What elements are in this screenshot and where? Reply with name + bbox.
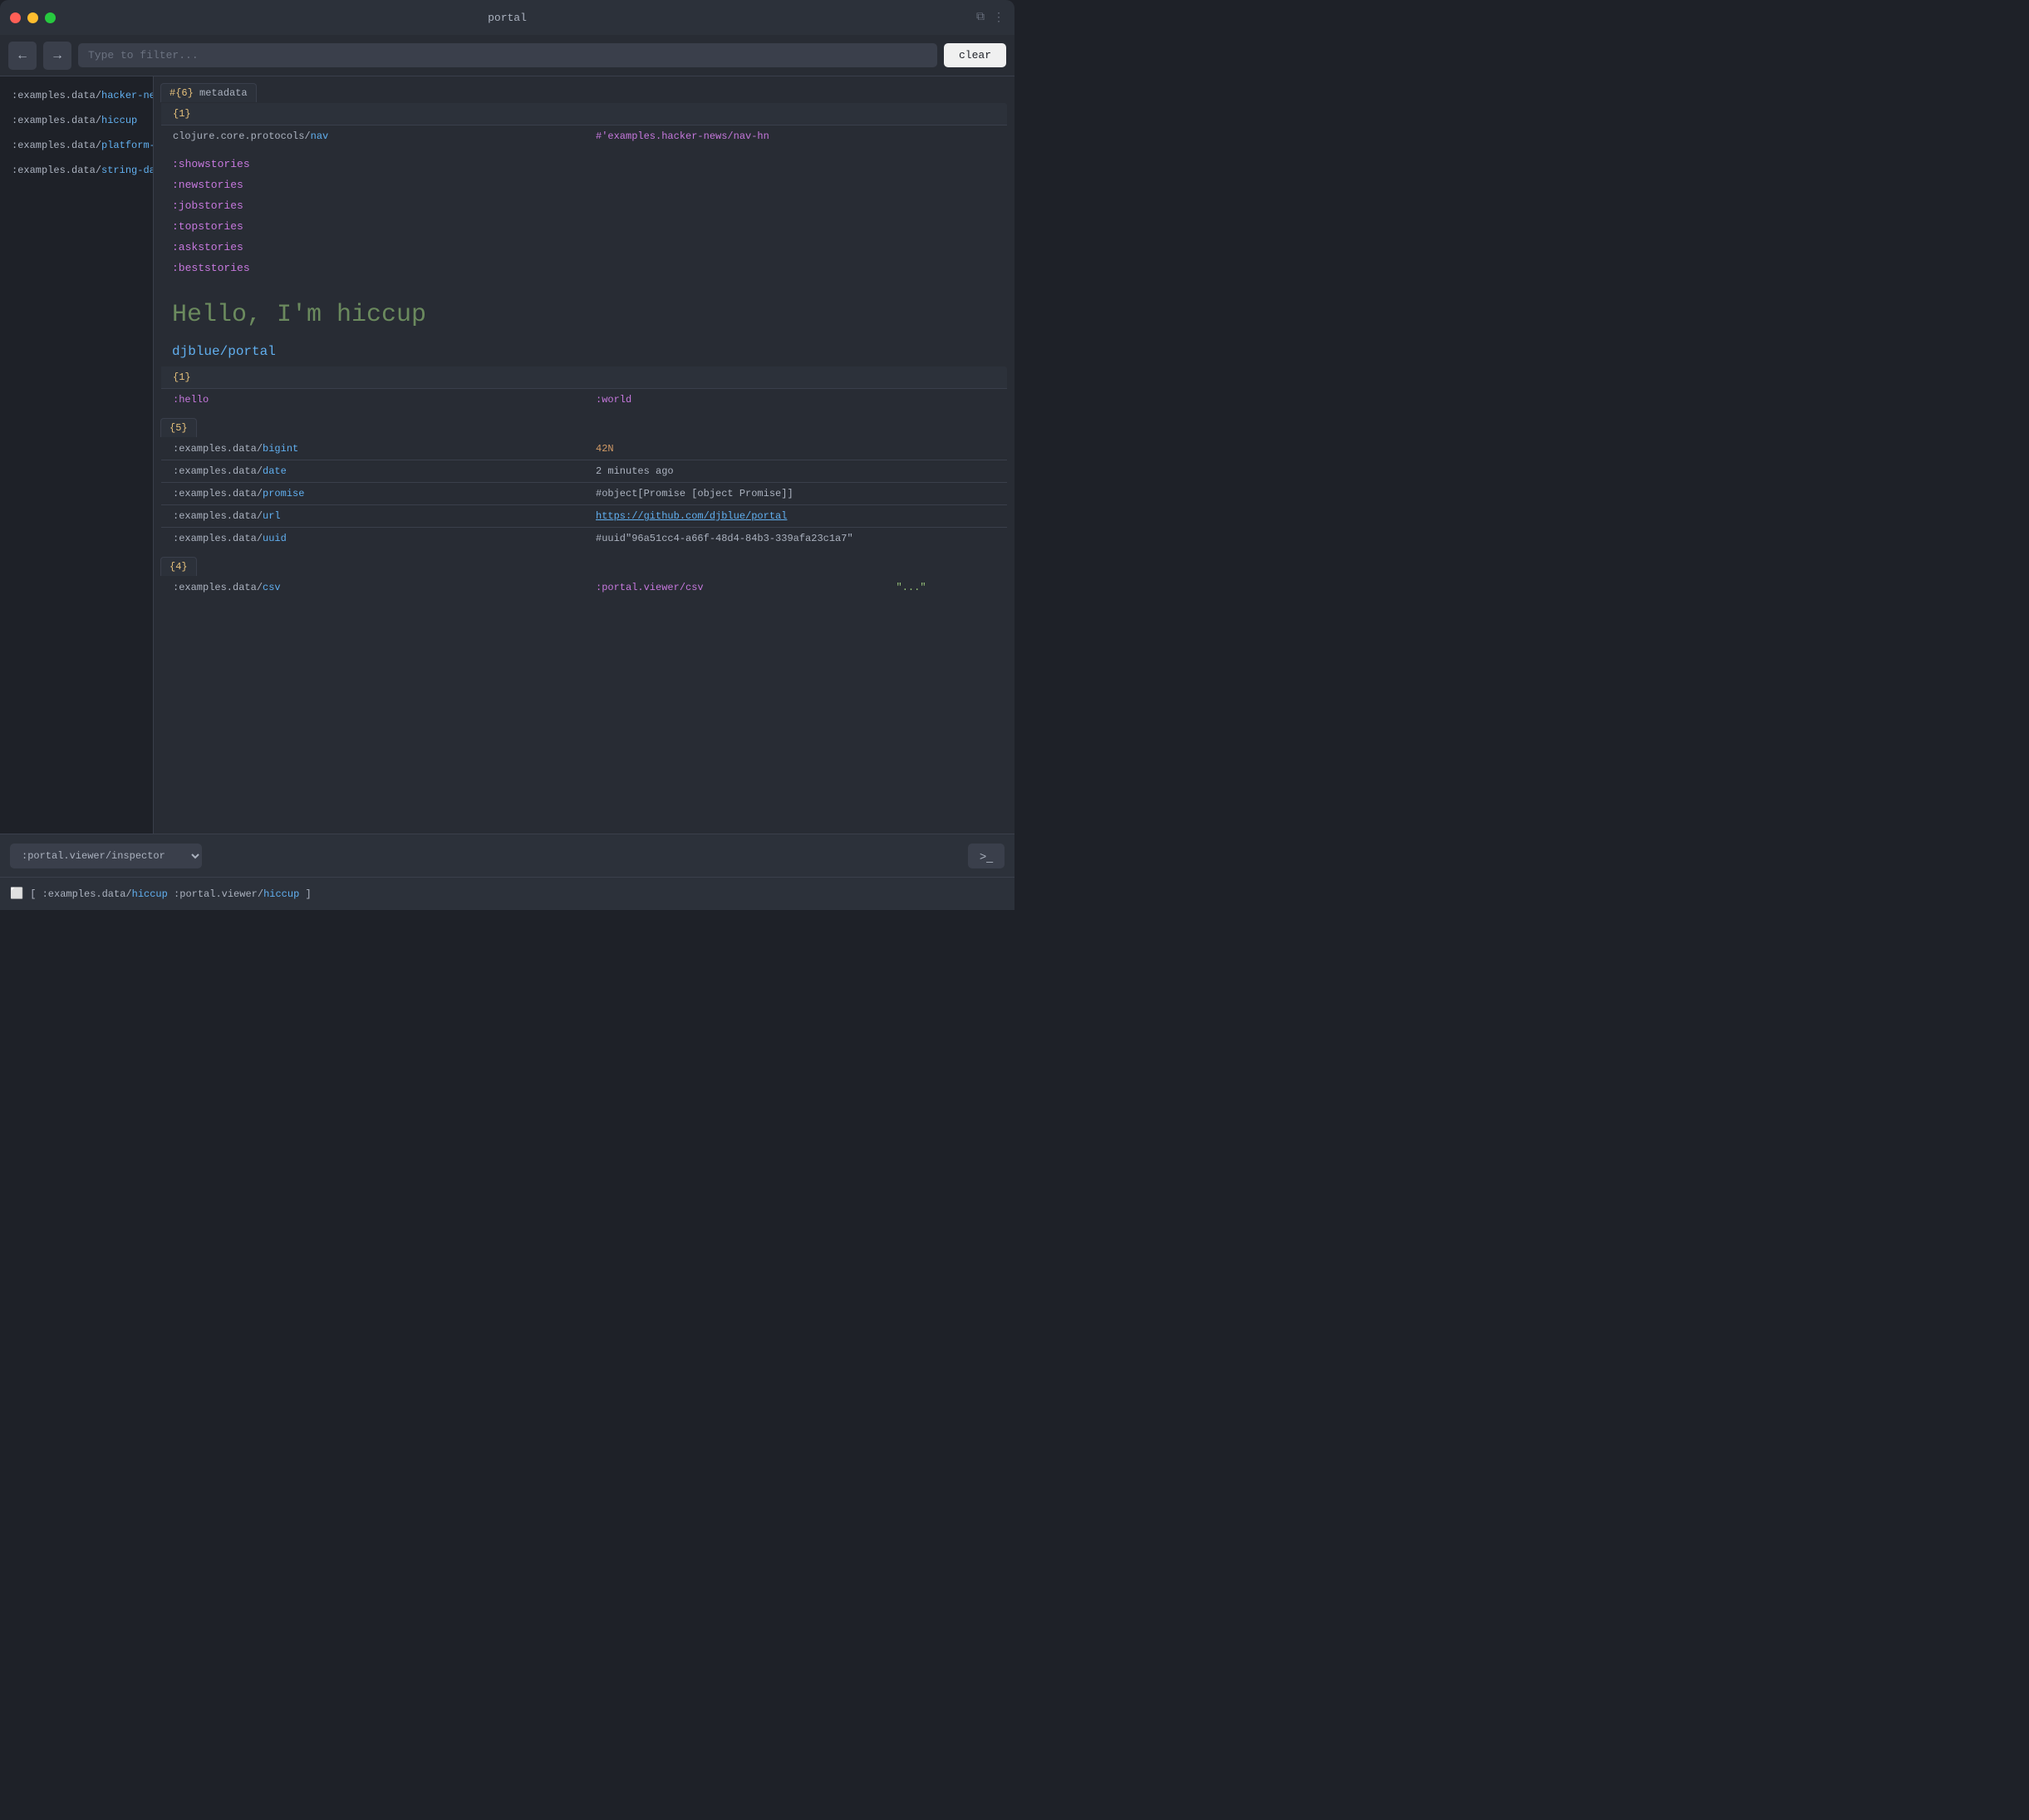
- key-cell: :examples.data/bigint: [161, 438, 585, 460]
- sidebar: :examples.data/hacker-news :examples.dat…: [0, 76, 154, 834]
- table-row: :hello :world: [161, 389, 1008, 411]
- key-cell: :examples.data/date: [161, 460, 585, 483]
- index-label: {1}: [161, 366, 1008, 389]
- collection-header: #{6} metadata: [160, 83, 257, 102]
- table-row: :examples.data/csv :portal.viewer/csv ".…: [161, 577, 1008, 599]
- menu-icon: ⋮: [993, 11, 1005, 25]
- keyword-item: :topstories: [160, 217, 1008, 236]
- keyword-item: :beststories: [160, 258, 1008, 278]
- value-cell: :portal.viewer/csv: [584, 577, 885, 599]
- table-row: :examples.data/promise #object[Promise […: [161, 483, 1008, 505]
- value-cell: 2 minutes ago: [584, 460, 1008, 483]
- string-data-table: :examples.data/csv :portal.viewer/csv ".…: [160, 576, 1008, 599]
- keyword-item: :jobstories: [160, 196, 1008, 215]
- clear-button[interactable]: clear: [944, 43, 1006, 67]
- platform-data-section: {5} :examples.data/bigint 42N :examples.…: [160, 418, 1008, 550]
- titlebar-right: ⧉ ⋮: [976, 11, 1005, 25]
- sidebar-item-ns: :examples.data/: [12, 90, 101, 101]
- string-data-section: {4} :examples.data/csv :portal.viewer/cs…: [160, 557, 1008, 599]
- table-row: clojure.core.protocols/nav #'examples.ha…: [161, 125, 1008, 148]
- key-cell: :hello: [161, 389, 585, 411]
- close-button[interactable]: [10, 12, 21, 23]
- content-panel: #{6} metadata {1} clojure.core.protocols…: [154, 76, 1014, 834]
- platform-collection-header: {5}: [160, 418, 197, 437]
- table-row-index: {1}: [161, 103, 1008, 125]
- platform-data-table: :examples.data/bigint 42N :examples.data…: [160, 437, 1008, 550]
- sidebar-item-string-data[interactable]: :examples.data/string-data: [0, 158, 153, 183]
- string-collection-header: {4}: [160, 557, 197, 576]
- sidebar-item-name: hacker-news: [101, 90, 154, 101]
- table-row: :examples.data/date 2 minutes ago: [161, 460, 1008, 483]
- sidebar-item-name: platform-data: [101, 140, 154, 151]
- viewer-select[interactable]: :portal.viewer/inspector :portal.viewer/…: [10, 844, 202, 868]
- table-row: :examples.data/bigint 42N: [161, 438, 1008, 460]
- sidebar-item-ns: :examples.data/: [12, 165, 101, 176]
- sidebar-item-name: hiccup: [101, 115, 137, 126]
- table-row-index: {1}: [161, 366, 1008, 389]
- back-button[interactable]: ←: [8, 42, 37, 70]
- hiccup-link[interactable]: djblue/portal: [172, 344, 276, 359]
- hiccup-table: {1} :hello :world: [160, 366, 1008, 411]
- app-title: portal: [488, 12, 527, 24]
- url-link[interactable]: https://github.com/djblue/portal: [596, 510, 787, 522]
- sidebar-item-name: string-data: [101, 165, 154, 176]
- puzzle-icon: ⧉: [976, 11, 985, 24]
- filter-input[interactable]: [78, 43, 937, 67]
- titlebar: ⧉ ⋮ portal: [0, 0, 1014, 35]
- table-row: :examples.data/url https://github.com/dj…: [161, 505, 1008, 528]
- keywords-list: :showstories :newstories :jobstories :to…: [160, 155, 1008, 278]
- sidebar-item-ns: :examples.data/: [12, 115, 101, 126]
- copy-icon: ⬜: [10, 888, 23, 900]
- sidebar-item-hiccup[interactable]: :examples.data/hiccup: [0, 108, 153, 133]
- key-cell: clojure.core.protocols/nav: [161, 125, 585, 148]
- keyword-item: :newstories: [160, 175, 1008, 194]
- fullscreen-button[interactable]: [45, 12, 56, 23]
- hiccup-section: Hello, I'm hiccup djblue/portal {1} :hel…: [160, 284, 1008, 411]
- minimize-button[interactable]: [27, 12, 38, 23]
- sidebar-item-ns: :examples.data/: [12, 140, 101, 151]
- value-cell: https://github.com/djblue/portal: [584, 505, 1008, 528]
- key-cell: :examples.data/promise: [161, 483, 585, 505]
- terminal-button[interactable]: >_: [968, 844, 1005, 868]
- sidebar-item-hacker-news[interactable]: :examples.data/hacker-news: [0, 83, 153, 108]
- key-cell: :examples.data/uuid: [161, 528, 585, 550]
- hacker-news-table: {1} clojure.core.protocols/nav #'example…: [160, 102, 1008, 148]
- index-label: {1}: [161, 103, 1008, 125]
- forward-button[interactable]: →: [43, 42, 71, 70]
- key-cell: :examples.data/url: [161, 505, 585, 528]
- traffic-lights: [10, 12, 56, 23]
- value-cell: #uuid"96a51cc4-a66f-48d4-84b3-339afa23c1…: [584, 528, 1008, 550]
- keyword-item: :showstories: [160, 155, 1008, 174]
- statusbar: ⬜ [ :examples.data/hiccup :portal.viewer…: [0, 877, 1014, 910]
- keyword-item: :askstories: [160, 238, 1008, 257]
- hiccup-heading: Hello, I'm hiccup: [160, 284, 1008, 341]
- hacker-news-section: #{6} metadata {1} clojure.core.protocols…: [160, 83, 1008, 278]
- statusbar-content: [ :examples.data/hiccup :portal.viewer/h…: [30, 888, 312, 900]
- viewer-bar: :portal.viewer/inspector :portal.viewer/…: [0, 834, 1014, 877]
- table-row: :examples.data/uuid #uuid"96a51cc4-a66f-…: [161, 528, 1008, 550]
- key-cell: :examples.data/csv: [161, 577, 585, 599]
- value-cell: #object[Promise [object Promise]]: [584, 483, 1008, 505]
- value-cell: 42N: [584, 438, 1008, 460]
- sidebar-item-platform-data[interactable]: :examples.data/platform-data: [0, 133, 153, 158]
- value-cell2: "...": [885, 577, 1008, 599]
- navbar: ← → clear: [0, 35, 1014, 76]
- value-cell: #'examples.hacker-news/nav-hn: [584, 125, 1008, 148]
- main-area: :examples.data/hacker-news :examples.dat…: [0, 76, 1014, 834]
- value-cell: :world: [584, 389, 1008, 411]
